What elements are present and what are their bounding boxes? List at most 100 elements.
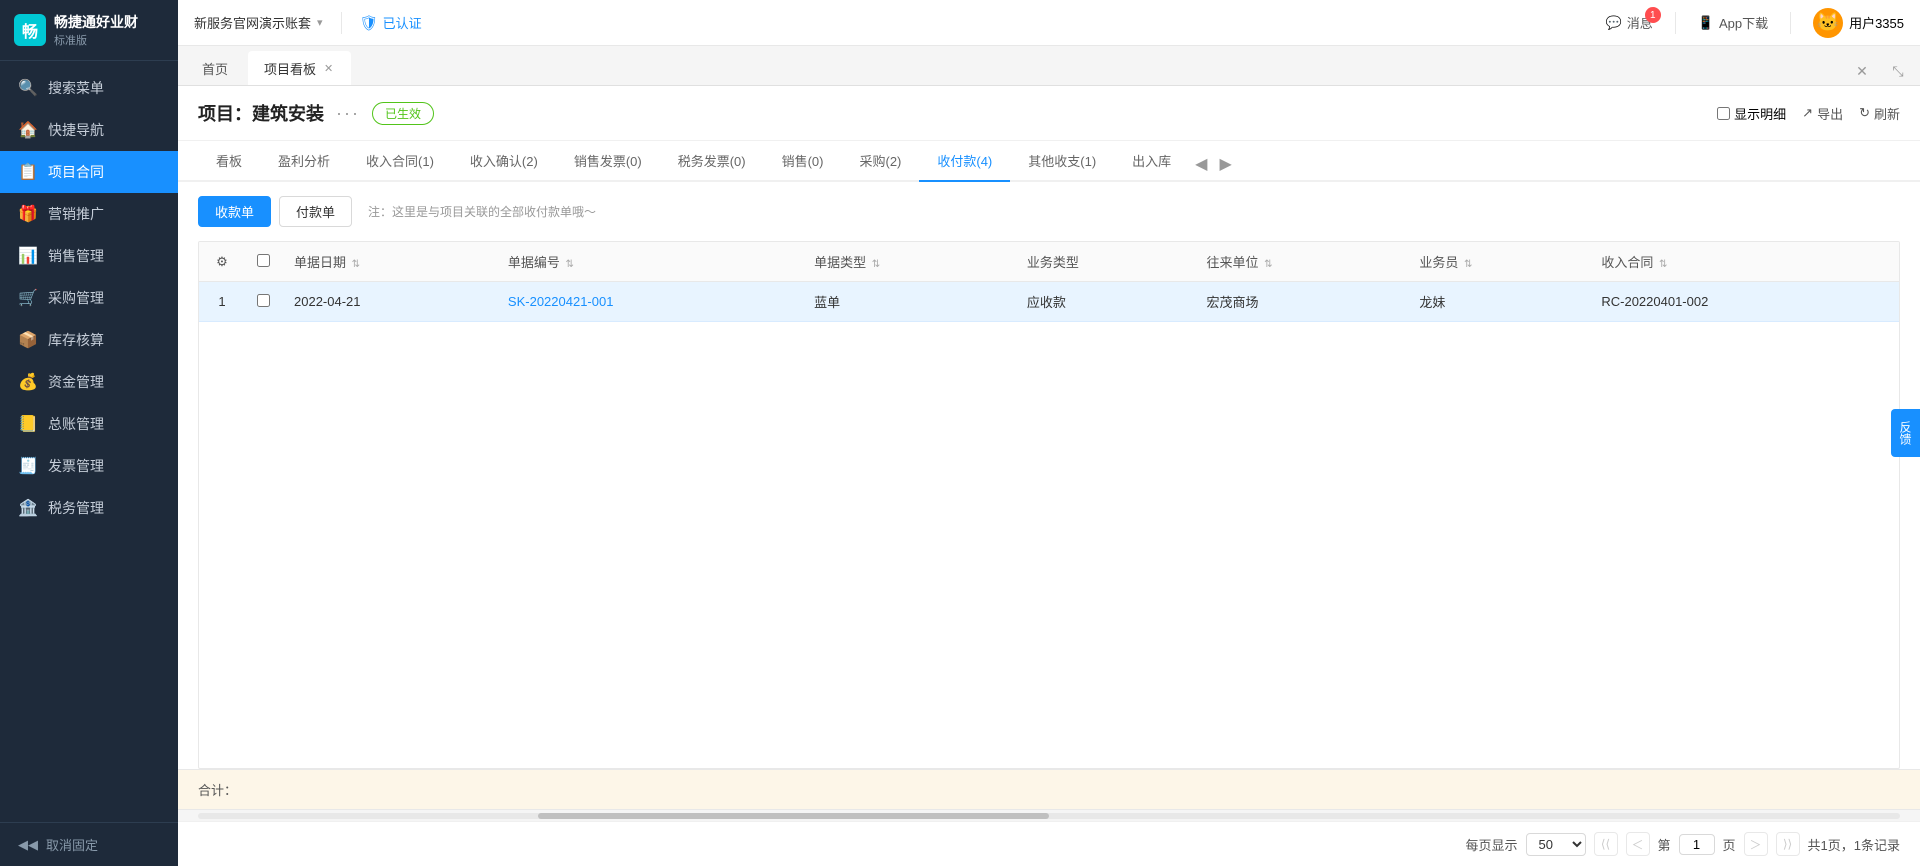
finance-icon: 💰 (18, 372, 38, 392)
col-number[interactable]: 单据编号 ⇅ (496, 242, 802, 282)
scrollbar-thumb[interactable] (538, 813, 1049, 819)
row-seq: 1 (199, 282, 245, 322)
subtab-profit[interactable]: 盈利分析 (260, 141, 348, 182)
col-type[interactable]: 单据类型 ⇅ (802, 242, 1015, 282)
subtab-sales-invoice[interactable]: 销售发票(0) (556, 141, 660, 182)
show-detail-input[interactable] (1717, 107, 1730, 120)
sidebar-item-tax[interactable]: 🏦 税务管理 (0, 487, 178, 529)
row-number[interactable]: SK-20220421-001 (496, 282, 802, 322)
tab-close-icon[interactable]: ✕ (322, 61, 335, 76)
col-partner[interactable]: 往来单位 ⇅ (1195, 242, 1408, 282)
topbar-user[interactable]: 🐱 用户3355 (1813, 8, 1904, 38)
sort-partner-icon: ⇅ (1264, 259, 1272, 270)
sidebar-unpin[interactable]: ◀◀ 取消固定 (0, 822, 178, 866)
refresh-button[interactable]: ↻ 刷新 (1859, 104, 1900, 123)
select-all-checkbox[interactable] (257, 254, 270, 267)
sidebar-item-invoice[interactable]: 🧾 发票管理 (0, 445, 178, 487)
subtab-sales[interactable]: 销售(0) (764, 141, 842, 182)
export-button[interactable]: ↗ 导出 (1802, 104, 1843, 123)
refresh-icon: ↻ (1859, 105, 1870, 121)
subtab-inout[interactable]: 出入库 (1114, 141, 1189, 182)
sidebar-item-sales[interactable]: 📊 销售管理 (0, 235, 178, 277)
sidebar-item-inventory[interactable]: 📦 库存核算 (0, 319, 178, 361)
project-title: 项目：建筑安装 (198, 100, 324, 126)
subtab-payment[interactable]: 收付款(4) (919, 141, 1010, 182)
main-area: 新服务官网演示账套 ▾ 🛡 已认证 💬 消息 1 📱 App下载 🐱 用户335… (178, 0, 1920, 866)
subtab-tax-invoice[interactable]: 税务发票(0) (660, 141, 764, 182)
sidebar-item-label: 税务管理 (48, 498, 104, 518)
page-first-btn[interactable]: ⟨⟨ (1594, 832, 1618, 856)
sidebar-item-quicknav[interactable]: 🏠 快捷导航 (0, 109, 178, 151)
table-header-row: ⚙ 单据日期 ⇅ 单据编号 ⇅ 单据类型 ⇅ 业务类型 往来单位 ⇅ 业务员 ⇅… (199, 242, 1899, 282)
sidebar-item-marketing[interactable]: 🎁 营销推广 (0, 193, 178, 235)
col-salesperson[interactable]: 业务员 ⇅ (1407, 242, 1589, 282)
total-text: 共1页，1条记录 (1808, 835, 1900, 854)
toggle-row: 收款单 付款单 注：这里是与项目关联的全部收付款单哦～ (198, 196, 1900, 227)
tab-home[interactable]: 首页 (186, 51, 244, 85)
marketing-icon: 🎁 (18, 204, 38, 224)
horizontal-scrollbar[interactable] (178, 809, 1920, 821)
col-income-contract[interactable]: 收入合同 ⇅ (1589, 242, 1899, 282)
subtab-other-income[interactable]: 其他收支(1) (1010, 141, 1114, 182)
subtab-income-contract[interactable]: 收入合同(1) (348, 141, 452, 182)
subtabs: 看板 盈利分析 收入合同(1) 收入确认(2) 销售发票(0) 税务发票(0) … (178, 141, 1920, 182)
col-date[interactable]: 单据日期 ⇅ (282, 242, 496, 282)
search-icon: 🔍 (18, 78, 38, 98)
sidebar-item-ledger[interactable]: 📒 总账管理 (0, 403, 178, 445)
subtab-income-confirm[interactable]: 收入确认(2) (452, 141, 556, 182)
project-more-icon[interactable]: ··· (336, 103, 360, 124)
note-text: 注：这里是与项目关联的全部收付款单哦～ (368, 203, 596, 220)
sidebar-item-search[interactable]: 🔍 搜索菜单 (0, 67, 178, 109)
payment-toggle-btn[interactable]: 付款单 (279, 196, 352, 227)
subtab-purchase[interactable]: 采购(2) (841, 141, 919, 182)
subcontent: 收款单 付款单 注：这里是与项目关联的全部收付款单哦～ ⚙ 单据日期 ⇅ 单据编… (178, 182, 1920, 769)
per-page-select[interactable]: 50 100 200 (1526, 833, 1586, 856)
tab-project-board[interactable]: 项目看板 ✕ (248, 51, 351, 85)
maximize-button[interactable]: ⤡ (1884, 57, 1912, 85)
sort-date-icon: ⇅ (352, 259, 360, 270)
content-area: 项目：建筑安装 ··· 已生效 显示明细 ↗ 导出 ↻ 刷新 (178, 86, 1920, 866)
app-download-action[interactable]: 📱 App下载 (1698, 13, 1768, 32)
topbar-account[interactable]: 新服务官网演示账套 ▾ (194, 13, 323, 32)
project-actions: 显示明细 ↗ 导出 ↻ 刷新 (1717, 104, 1900, 123)
subtab-prev-btn[interactable]: ◀ (1189, 146, 1213, 182)
row-number-link[interactable]: SK-20220421-001 (508, 294, 614, 309)
sidebar-item-label: 快捷导航 (48, 120, 104, 140)
row-biz-type: 应收款 (1015, 282, 1195, 322)
page-prev-btn[interactable]: ＜ (1626, 832, 1650, 856)
tab-project-board-label: 项目看板 (264, 59, 316, 78)
page-next-btn[interactable]: ＞ (1744, 832, 1768, 856)
row-checkbox[interactable] (257, 294, 270, 307)
sidebar-item-project[interactable]: 📋 项目合同 (0, 151, 178, 193)
table-wrap: ⚙ 单据日期 ⇅ 单据编号 ⇅ 单据类型 ⇅ 业务类型 往来单位 ⇅ 业务员 ⇅… (198, 241, 1900, 769)
pagination: 每页显示 50 100 200 ⟨⟨ ＜ 第 页 ＞ ⟩⟩ 共1页，1条记录 (178, 821, 1920, 866)
account-dropdown-icon: ▾ (317, 16, 323, 29)
sidebar-item-purchase[interactable]: 🛒 采购管理 (0, 277, 178, 319)
message-action[interactable]: 💬 消息 1 (1606, 13, 1653, 32)
sidebar-item-finance[interactable]: 💰 资金管理 (0, 361, 178, 403)
row-date: 2022-04-21 (282, 282, 496, 322)
unpin-label: 取消固定 (46, 835, 98, 854)
sidebar: 畅 畅捷通好业财 标准版 🔍 搜索菜单 🏠 快捷导航 📋 项目合同 🎁 营销推广… (0, 0, 178, 866)
row-checkbox-cell (245, 282, 282, 322)
page-input[interactable] (1679, 834, 1715, 855)
feedback-button[interactable]: 反馈 (1891, 409, 1920, 457)
subtab-next-btn[interactable]: ▶ (1213, 146, 1237, 182)
ledger-icon: 📒 (18, 414, 38, 434)
project-status-badge: 已生效 (372, 102, 434, 125)
receipt-toggle-btn[interactable]: 收款单 (198, 196, 271, 227)
sort-type-icon: ⇅ (872, 259, 880, 270)
data-table: ⚙ 单据日期 ⇅ 单据编号 ⇅ 单据类型 ⇅ 业务类型 往来单位 ⇅ 业务员 ⇅… (199, 242, 1899, 322)
message-icon: 💬 (1606, 15, 1622, 31)
topbar-divider3 (1790, 12, 1791, 34)
topbar-divider1 (341, 12, 342, 34)
col-settings[interactable]: ⚙ (199, 242, 245, 282)
page-label: 第 (1658, 835, 1671, 854)
subtab-kanban[interactable]: 看板 (198, 141, 260, 182)
close-button[interactable]: ✕ (1848, 57, 1876, 85)
sidebar-title-block: 畅捷通好业财 标准版 (54, 12, 138, 48)
topbar-certified: 🛡 已认证 (360, 13, 422, 32)
page-last-btn[interactable]: ⟩⟩ (1776, 832, 1800, 856)
sidebar-item-label: 销售管理 (48, 246, 104, 266)
show-detail-checkbox[interactable]: 显示明细 (1717, 104, 1786, 123)
